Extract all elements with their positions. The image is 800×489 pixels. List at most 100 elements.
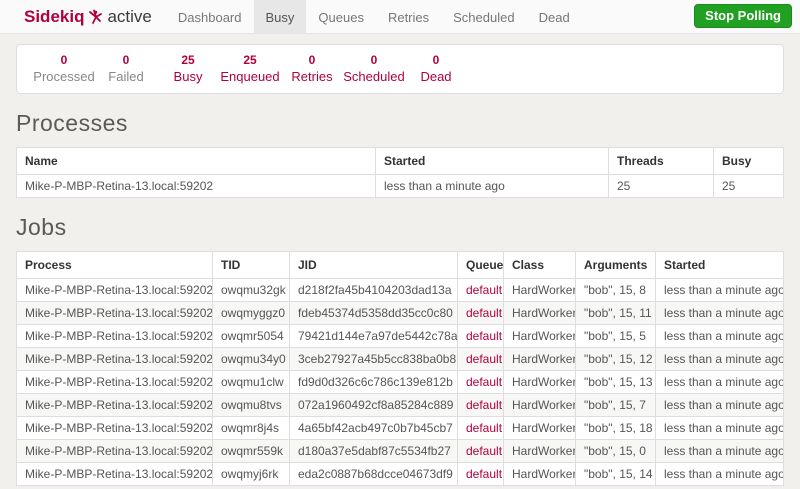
job-class-cell: HardWorker <box>503 415 576 440</box>
job-queue-cell: default <box>457 392 504 417</box>
nav-link[interactable]: Queues <box>306 0 376 34</box>
job-jid-cell: fd9d0d326c6c786c139e812b <box>289 369 458 394</box>
job-tid-cell: owqmr5054 <box>212 323 290 348</box>
job-process-cell: Mike-P-MBP-Retina-13.local:59202 <box>16 300 213 325</box>
col-header-started: Started <box>375 146 609 175</box>
col-header-process: Process <box>16 250 213 279</box>
stat-item[interactable]: 0 Scheduled <box>343 52 405 86</box>
job-row: Mike-P-MBP-Retina-13.local:59202 owqmr8j… <box>16 415 784 440</box>
job-class-cell: HardWorker <box>503 346 576 371</box>
job-arguments-cell: "bob", 15, 11 <box>575 300 656 325</box>
stat-label: Busy <box>173 69 203 85</box>
processes-heading: Processes <box>16 109 128 136</box>
job-arguments-cell: "bob", 15, 8 <box>575 277 656 302</box>
col-header-name: Name <box>16 146 376 175</box>
job-class-cell: HardWorker <box>503 323 576 348</box>
nav-link[interactable]: Retries <box>376 0 441 34</box>
stat-item[interactable]: 25 Busy <box>157 52 219 86</box>
job-process-cell: Mike-P-MBP-Retina-13.local:59202 <box>16 323 213 348</box>
job-tid-cell: owqmu34y0 <box>212 346 290 371</box>
nav-link[interactable]: Busy <box>253 0 307 34</box>
queue-link[interactable]: default <box>466 467 502 481</box>
stat-label: Processed <box>33 69 95 85</box>
queue-link[interactable]: default <box>466 421 502 435</box>
nav-item: Scheduled <box>441 0 526 33</box>
job-row: Mike-P-MBP-Retina-13.local:59202 owqmygg… <box>16 300 784 325</box>
queue-link[interactable]: default <box>466 329 502 343</box>
job-started-cell: less than a minute ago <box>655 392 784 417</box>
process-threads-cell: 25 <box>608 173 714 198</box>
job-tid-cell: owqmr8j4s <box>212 415 290 440</box>
jobs-header-row: Process TID JID Queue Class Arguments St… <box>16 250 784 279</box>
nav-item: Queues <box>306 0 376 33</box>
job-process-cell: Mike-P-MBP-Retina-13.local:59202 <box>16 392 213 417</box>
job-started-cell: less than a minute ago <box>655 277 784 302</box>
job-queue-cell: default <box>457 346 504 371</box>
jobs-table: Process TID JID Queue Class Arguments St… <box>16 250 784 486</box>
queue-link[interactable]: default <box>466 283 502 297</box>
job-row: Mike-P-MBP-Retina-13.local:59202 owqmu34… <box>16 346 784 371</box>
job-queue-cell: default <box>457 300 504 325</box>
page-container: 0 Processed 0 Failed 25 Busy 25 Enqueued… <box>0 44 800 486</box>
stat-label: Enqueued <box>220 69 280 85</box>
nav-item: Retries <box>376 0 441 33</box>
job-tid-cell: owqmyggz0 <box>212 300 290 325</box>
job-queue-cell: default <box>457 277 504 302</box>
nav-link[interactable]: Dashboard <box>166 0 254 34</box>
queue-link[interactable]: default <box>466 306 502 320</box>
job-tid-cell: owqmu32gk <box>212 277 290 302</box>
processes-table: Name Started Threads Busy Mike-P-MBP-Ret… <box>16 146 784 198</box>
stat-item[interactable]: 0 Dead <box>405 52 467 86</box>
queue-link[interactable]: default <box>466 375 502 389</box>
jobs-heading: Jobs <box>16 213 67 240</box>
job-tid-cell: owqmyj6rk <box>212 461 290 486</box>
col-header-queue: Queue <box>457 250 504 279</box>
queue-link[interactable]: default <box>466 398 502 412</box>
job-queue-cell: default <box>457 415 504 440</box>
job-jid-cell: eda2c0887b68dcce04673df9 <box>289 461 458 486</box>
stat-item[interactable]: 0 Failed <box>95 52 157 86</box>
job-tid-cell: owqmr559k <box>212 438 290 463</box>
process-name-cell: Mike-P-MBP-Retina-13.local:59202 <box>16 173 376 198</box>
col-header-tid: TID <box>212 250 290 279</box>
col-header-busy: Busy <box>713 146 784 175</box>
brand-status: active <box>107 6 152 26</box>
job-process-cell: Mike-P-MBP-Retina-13.local:59202 <box>16 438 213 463</box>
queue-link[interactable]: default <box>466 352 502 366</box>
sidekiq-brand-link[interactable]: Sidekiq active <box>0 0 166 33</box>
job-process-cell: Mike-P-MBP-Retina-13.local:59202 <box>16 346 213 371</box>
job-arguments-cell: "bob", 15, 18 <box>575 415 656 440</box>
stat-value: 0 <box>308 53 316 67</box>
job-started-cell: less than a minute ago <box>655 461 784 486</box>
job-row: Mike-P-MBP-Retina-13.local:59202 owqmu1c… <box>16 369 784 394</box>
stat-label: Retries <box>291 69 333 85</box>
job-jid-cell: d218f2fa45b4104203dad13a <box>289 277 458 302</box>
job-arguments-cell: "bob", 15, 12 <box>575 346 656 371</box>
job-jid-cell: 072a1960492cf8a85284c889 <box>289 392 458 417</box>
col-header-class: Class <box>503 250 576 279</box>
stat-item[interactable]: 25 Enqueued <box>219 52 281 86</box>
col-header-job-started: Started <box>655 250 784 279</box>
stat-item[interactable]: 0 Retries <box>281 52 343 86</box>
job-started-cell: less than a minute ago <box>655 415 784 440</box>
nav-link[interactable]: Dead <box>527 0 582 34</box>
stat-value: 0 <box>370 53 378 67</box>
process-started-cell: less than a minute ago <box>375 173 609 198</box>
job-queue-cell: default <box>457 461 504 486</box>
nav-link[interactable]: Scheduled <box>441 0 526 34</box>
job-arguments-cell: "bob", 15, 0 <box>575 438 656 463</box>
nav-links: Dashboard Busy Queues Retries Scheduled … <box>166 0 582 34</box>
job-process-cell: Mike-P-MBP-Retina-13.local:59202 <box>16 369 213 394</box>
col-header-jid: JID <box>289 250 458 279</box>
job-jid-cell: 4a65bf42acb497c0b7b45cb7 <box>289 415 458 440</box>
job-started-cell: less than a minute ago <box>655 323 784 348</box>
stat-label: Dead <box>420 69 452 85</box>
stop-polling-button[interactable]: Stop Polling <box>694 4 792 28</box>
queue-link[interactable]: default <box>466 444 502 458</box>
stat-label: Scheduled <box>343 69 405 85</box>
nav-item: Dead <box>527 0 582 33</box>
stat-item[interactable]: 0 Processed <box>33 52 95 86</box>
nav-item: Busy <box>253 0 307 34</box>
job-row: Mike-P-MBP-Retina-13.local:59202 owqmr55… <box>16 438 784 463</box>
stat-label: Failed <box>108 69 144 85</box>
